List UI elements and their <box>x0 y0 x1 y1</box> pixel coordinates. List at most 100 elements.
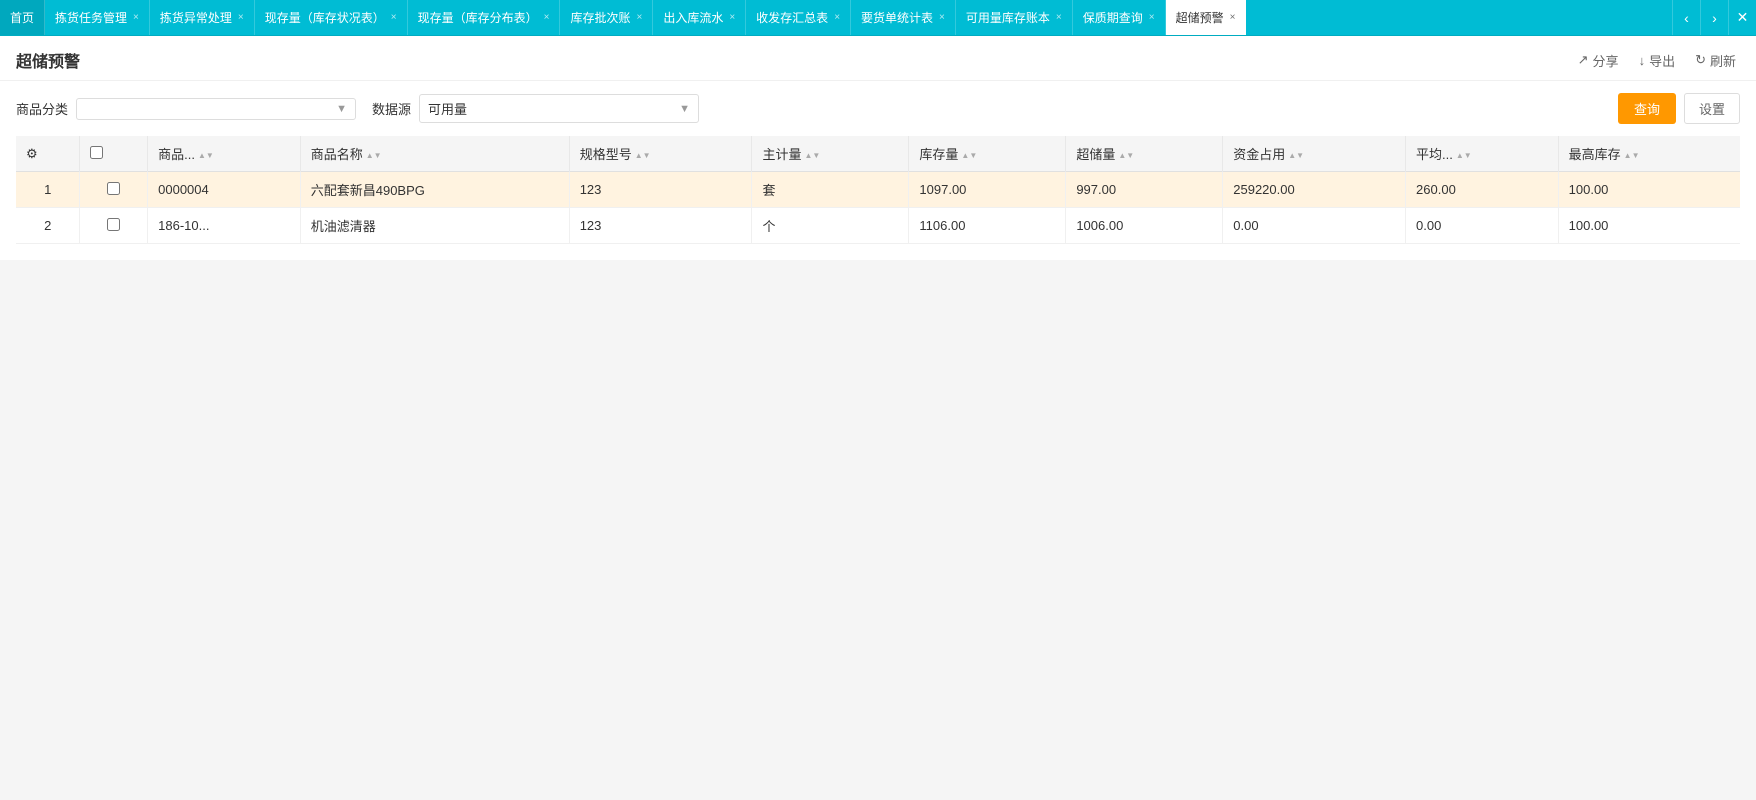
share-icon: ↗ <box>1578 52 1589 68</box>
cell-avg: 0.00 <box>1406 208 1559 244</box>
select-all-checkbox[interactable] <box>90 146 103 159</box>
sort-icon: ▲▼ <box>1456 152 1472 160</box>
cell-stock: 1106.00 <box>909 208 1066 244</box>
settings-button[interactable]: 设置 <box>1684 93 1740 124</box>
nav-item-task[interactable]: 拣货任务管理 × <box>45 0 150 36</box>
nav-item-summary[interactable]: 收发存汇总表 × <box>746 0 851 36</box>
cell-capital: 0.00 <box>1223 208 1406 244</box>
sort-icon: ▲▼ <box>198 152 214 160</box>
datasource-value: 可用量 <box>428 99 467 118</box>
close-icon[interactable]: × <box>1230 12 1236 23</box>
th-checkbox <box>80 136 148 172</box>
data-table: ⚙ 商品...▲▼ 商品名称▲▼ 规格型号▲▼ 主计量▲▼ <box>16 136 1740 244</box>
th-gear[interactable]: ⚙ <box>16 136 80 172</box>
export-button[interactable]: ↓ 导出 <box>1635 49 1680 72</box>
close-icon[interactable]: × <box>834 12 840 23</box>
cell-spec: 123 <box>569 208 752 244</box>
nav-item-home[interactable]: 首页 <box>0 0 45 36</box>
nav-item-orders[interactable]: 要货单统计表 × <box>851 0 956 36</box>
page-title: 超储预警 <box>16 48 80 72</box>
sort-icon: ▲▼ <box>635 152 651 160</box>
cell-avg: 260.00 <box>1406 172 1559 208</box>
sort-icon: ▲▼ <box>1624 152 1640 160</box>
category-label: 商品分类 <box>16 99 68 118</box>
sort-icon: ▲▼ <box>1288 152 1304 160</box>
close-icon[interactable]: × <box>391 12 397 23</box>
nav-item-overstock[interactable]: 超储预警 × <box>1166 0 1247 36</box>
close-icon[interactable]: × <box>1056 12 1062 23</box>
chevron-down-icon: ▼ <box>336 103 347 115</box>
page-content: 超储预警 ↗ 分享 ↓ 导出 ↻ 刷新 商品分类 ▼ 数据源 <box>0 36 1756 260</box>
cell-capital: 259220.00 <box>1223 172 1406 208</box>
close-icon[interactable]: × <box>133 12 139 23</box>
query-button[interactable]: 查询 <box>1618 93 1676 124</box>
th-stock[interactable]: 库存量▲▼ <box>909 136 1066 172</box>
th-overstock[interactable]: 超储量▲▼ <box>1066 136 1223 172</box>
cell-unit: 个 <box>752 208 909 244</box>
nav-item-batch[interactable]: 库存批次账 × <box>560 0 653 36</box>
table-row: 2 186-10... 机油滤清器 123 个 1106.00 1006.00 … <box>16 208 1740 244</box>
chevron-down-icon: ▼ <box>679 103 690 115</box>
th-unit[interactable]: 主计量▲▼ <box>752 136 909 172</box>
row-checkbox-cell <box>80 172 148 208</box>
cell-max-stock: 100.00 <box>1558 172 1740 208</box>
filter-area: 商品分类 ▼ 数据源 可用量 ▼ 查询 设置 <box>0 81 1756 136</box>
sort-icon: ▲▼ <box>1118 152 1134 160</box>
cell-overstock: 1006.00 <box>1066 208 1223 244</box>
nav-item-exception[interactable]: 拣货异常处理 × <box>150 0 255 36</box>
close-icon[interactable]: × <box>636 12 642 23</box>
sort-icon: ▲▼ <box>805 152 821 160</box>
th-product-code[interactable]: 商品...▲▼ <box>148 136 301 172</box>
datasource-select[interactable]: 可用量 ▼ <box>419 94 699 123</box>
sort-icon: ▲▼ <box>961 152 977 160</box>
th-avg[interactable]: 平均...▲▼ <box>1406 136 1559 172</box>
refresh-button[interactable]: ↻ 刷新 <box>1691 49 1740 72</box>
filter-right-group: 查询 设置 <box>1618 93 1740 124</box>
nav-prev-button[interactable]: ‹ <box>1672 0 1700 36</box>
th-product-name[interactable]: 商品名称▲▼ <box>300 136 569 172</box>
table-container: ⚙ 商品...▲▼ 商品名称▲▼ 规格型号▲▼ 主计量▲▼ <box>0 136 1756 260</box>
cell-spec: 123 <box>569 172 752 208</box>
cell-product-name: 机油滤清器 <box>300 208 569 244</box>
table-header-row: ⚙ 商品...▲▼ 商品名称▲▼ 规格型号▲▼ 主计量▲▼ <box>16 136 1740 172</box>
row-checkbox[interactable] <box>107 182 120 195</box>
close-icon[interactable]: × <box>939 12 945 23</box>
cell-max-stock: 100.00 <box>1558 208 1740 244</box>
nav-arrows: ‹ › ✕ <box>1672 0 1756 36</box>
sort-icon: ▲▼ <box>366 152 382 160</box>
share-button[interactable]: ↗ 分享 <box>1574 49 1623 72</box>
nav-close-button[interactable]: ✕ <box>1728 0 1756 36</box>
th-max-stock[interactable]: 最高库存▲▼ <box>1558 136 1740 172</box>
close-icon[interactable]: × <box>1149 12 1155 23</box>
cell-product-code: 0000004 <box>148 172 301 208</box>
close-icon[interactable]: × <box>238 12 244 23</box>
row-number: 1 <box>16 172 80 208</box>
th-capital[interactable]: 资金占用▲▼ <box>1223 136 1406 172</box>
top-nav: 首页 拣货任务管理 × 拣货异常处理 × 现存量（库存状况表） × 现存量（库存… <box>0 0 1756 36</box>
page-actions: ↗ 分享 ↓ 导出 ↻ 刷新 <box>1574 49 1740 72</box>
filter-category: 商品分类 ▼ <box>16 98 356 120</box>
nav-next-button[interactable]: › <box>1700 0 1728 36</box>
table-row: 1 0000004 六配套新昌490BPG 123 套 1097.00 997.… <box>16 172 1740 208</box>
category-select[interactable]: ▼ <box>76 98 356 120</box>
cell-stock: 1097.00 <box>909 172 1066 208</box>
cell-product-code: 186-10... <box>148 208 301 244</box>
datasource-label: 数据源 <box>372 99 411 118</box>
nav-item-inout[interactable]: 出入库流水 × <box>653 0 746 36</box>
row-checkbox[interactable] <box>107 218 120 231</box>
nav-item-inventory-status[interactable]: 现存量（库存状况表） × <box>255 0 408 36</box>
th-spec[interactable]: 规格型号▲▼ <box>569 136 752 172</box>
nav-item-available[interactable]: 可用量库存账本 × <box>956 0 1073 36</box>
cell-product-name: 六配套新昌490BPG <box>300 172 569 208</box>
filter-datasource: 数据源 可用量 ▼ <box>372 94 699 123</box>
row-number: 2 <box>16 208 80 244</box>
cell-unit: 套 <box>752 172 909 208</box>
nav-item-expiry[interactable]: 保质期查询 × <box>1073 0 1166 36</box>
export-icon: ↓ <box>1639 53 1646 68</box>
nav-item-inventory-dist[interactable]: 现存量（库存分布表） × <box>408 0 561 36</box>
cell-overstock: 997.00 <box>1066 172 1223 208</box>
page-header: 超储预警 ↗ 分享 ↓ 导出 ↻ 刷新 <box>0 36 1756 81</box>
row-checkbox-cell <box>80 208 148 244</box>
close-icon[interactable]: × <box>729 12 735 23</box>
close-icon[interactable]: × <box>544 12 550 23</box>
